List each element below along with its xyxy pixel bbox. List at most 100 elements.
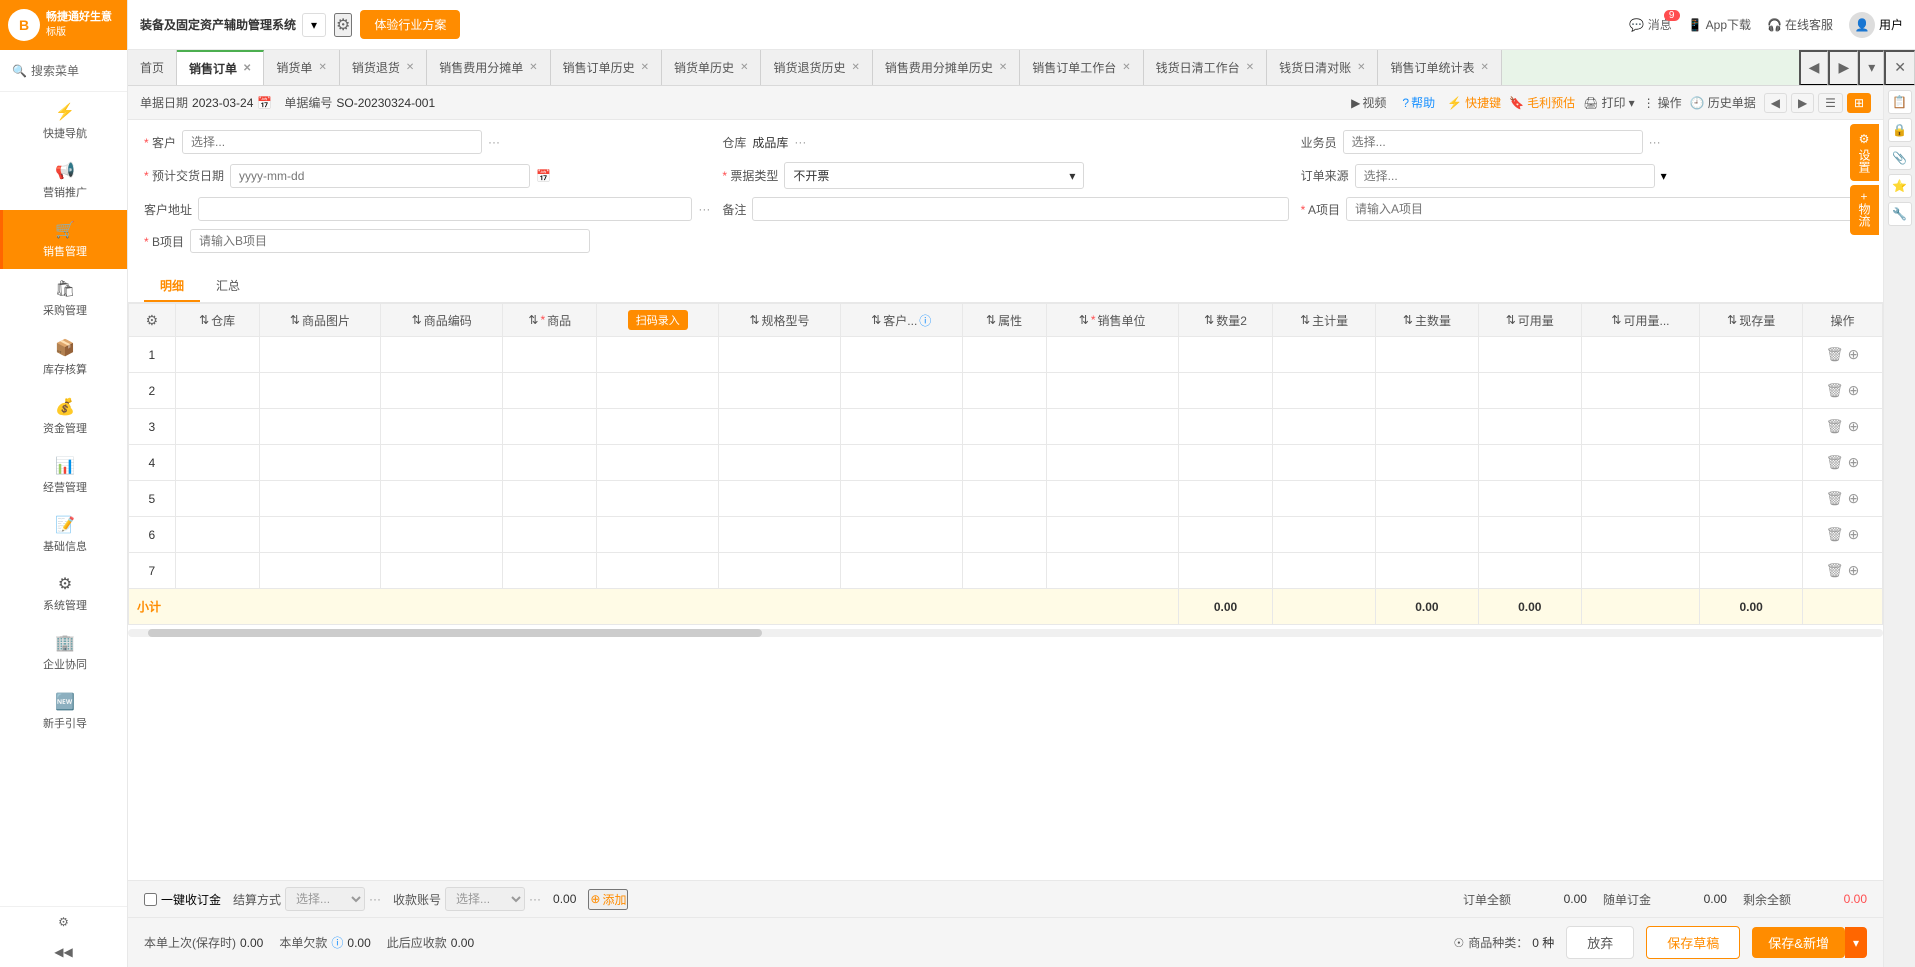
col-goods[interactable]: ⇅ * 商品 <box>503 304 597 337</box>
ops-button[interactable]: ⋮ 操作 <box>1643 94 1682 111</box>
tab-stats-close[interactable]: ✕ <box>1481 62 1489 73</box>
row-5-copy-button[interactable]: ⊕ <box>1848 490 1860 507</box>
account-expand[interactable]: ··· <box>529 892 541 906</box>
sidebar-item-quick-nav[interactable]: ⚡ 快捷导航 <box>0 92 127 151</box>
customer-expand[interactable]: ··· <box>488 135 500 149</box>
save-new-button[interactable]: 保存&新增 <box>1752 927 1845 958</box>
col-qty2[interactable]: ⇅ 数量2 <box>1178 304 1272 337</box>
col-available-sort[interactable]: ⇅ 可用量 <box>1506 312 1554 329</box>
row-1-qty2[interactable] <box>1178 337 1272 373</box>
row-1-attr[interactable] <box>962 337 1046 373</box>
row-1-img[interactable] <box>259 337 381 373</box>
tab-summary[interactable]: 汇总 <box>200 271 256 302</box>
next-record-button[interactable]: ▶ <box>1791 93 1814 113</box>
tab-order-history-close[interactable]: ✕ <box>641 62 649 73</box>
system-title-dropdown[interactable]: ▾ <box>302 13 326 37</box>
row-4-delete-button[interactable]: 🗑 <box>1826 454 1844 471</box>
tab-nav-dropdown[interactable]: ▾ <box>1858 50 1884 86</box>
remark-input[interactable] <box>752 197 1288 221</box>
row-3-copy-button[interactable]: ⊕ <box>1848 418 1860 435</box>
row-2-img[interactable] <box>259 373 381 409</box>
row-7-copy-button[interactable]: ⊕ <box>1848 562 1860 579</box>
tab-daily-clear[interactable]: 钱货日清工作台 ✕ <box>1144 50 1267 86</box>
account-select[interactable]: 选择... <box>445 887 525 911</box>
row-2-current[interactable] <box>1700 373 1803 409</box>
tab-order-history[interactable]: 销售订单历史 ✕ <box>551 50 662 86</box>
address-input[interactable] <box>198 197 692 221</box>
sidebar-item-operations[interactable]: 📊 经营管理 <box>0 446 127 505</box>
tab-sales-order[interactable]: 销售订单 ✕ <box>177 50 264 86</box>
print-button[interactable]: 🖨 打印 ▾ <box>1583 94 1634 111</box>
sidebar-item-sales[interactable]: 🛒 销售管理 <box>0 210 127 269</box>
row-1-available2[interactable] <box>1581 337 1700 373</box>
col-img[interactable]: ⇅ 商品图片 <box>259 304 381 337</box>
row-1-main-qty[interactable] <box>1376 337 1479 373</box>
row-1-scan[interactable] <box>597 337 719 373</box>
invoice-select[interactable]: 不开票 ▾ <box>784 162 1084 189</box>
add-account-button[interactable]: ⊕ 添加 <box>588 889 628 910</box>
history-button[interactable]: 🕘 历史单据 <box>1690 94 1756 111</box>
row-2-customer[interactable] <box>840 373 962 409</box>
address-expand[interactable]: ··· <box>698 202 710 216</box>
online-service-button[interactable]: 🎧 在线客服 <box>1767 16 1833 33</box>
col-main-unit-sort[interactable]: ⇅ 主计量 <box>1300 312 1348 329</box>
panel-star-button[interactable]: ⭐ <box>1888 174 1912 198</box>
sidebar-item-finance[interactable]: 💰 资金管理 <box>0 387 127 446</box>
panel-clipboard-button[interactable]: 📋 <box>1888 90 1912 114</box>
panel-attach-button[interactable]: 📎 <box>1888 146 1912 170</box>
row-1-main-unit[interactable] <box>1273 337 1376 373</box>
row-1-goods[interactable] <box>503 337 597 373</box>
col-code[interactable]: ⇅ 商品编码 <box>381 304 503 337</box>
col-code-sort[interactable]: ⇅ 商品编码 <box>412 312 472 329</box>
message-button[interactable]: 💬 消息 9 <box>1629 16 1671 33</box>
row-2-attr[interactable] <box>962 373 1046 409</box>
sidebar-item-basic-info[interactable]: 📝 基础信息 <box>0 505 127 564</box>
row-2-available[interactable] <box>1478 373 1581 409</box>
quickpay-checkbox[interactable]: 一键收订金 <box>144 891 221 908</box>
tab-nav-next[interactable]: ▶ <box>1828 50 1858 86</box>
tab-fee-split[interactable]: 销售费用分摊单 ✕ <box>427 50 550 86</box>
col-attr[interactable]: ⇅ 属性 <box>962 304 1046 337</box>
sidebar-item-inventory[interactable]: 📦 库存核算 <box>0 328 127 387</box>
staff-expand[interactable]: ··· <box>1649 135 1661 149</box>
sidebar-footer-settings[interactable]: ⚙ <box>0 907 127 937</box>
col-scan[interactable]: 扫码录入 <box>597 304 719 337</box>
settings-side-button[interactable]: ⚙ 设置 <box>1850 124 1879 181</box>
tab-daily-clear-close[interactable]: ✕ <box>1246 62 1254 73</box>
col-main-unit[interactable]: ⇅ 主计量 <box>1273 304 1376 337</box>
tab-slip-history-close[interactable]: ✕ <box>740 62 748 73</box>
help-button[interactable]: ? 帮助 <box>1398 92 1439 113</box>
list-view-button[interactable]: ☰ <box>1818 93 1843 113</box>
col-img-sort[interactable]: ⇅ 商品图片 <box>290 312 350 329</box>
logistics-side-button[interactable]: + 物流 <box>1850 185 1879 235</box>
shortcut-button[interactable]: ⚡ 快捷键 <box>1447 94 1501 111</box>
tab-fee-split-history[interactable]: 销售费用分摊单历史 ✕ <box>873 50 1020 86</box>
prev-record-button[interactable]: ◀ <box>1764 93 1787 113</box>
col-available2-sort[interactable]: ⇅ 可用量... <box>1611 312 1669 329</box>
col-available2[interactable]: ⇅ 可用量... <box>1581 304 1700 337</box>
tab-sales-slip[interactable]: 销货单 ✕ <box>264 50 339 86</box>
tab-nav-prev[interactable]: ◀ <box>1799 50 1829 86</box>
tab-return-close[interactable]: ✕ <box>406 62 414 73</box>
a-project-input[interactable] <box>1346 197 1867 221</box>
tab-sales-slip-close[interactable]: ✕ <box>318 62 326 73</box>
row-1-available[interactable] <box>1478 337 1581 373</box>
tab-nav-close-all[interactable]: ✕ <box>1884 50 1915 86</box>
row-6-delete-button[interactable]: 🗑 <box>1826 526 1844 543</box>
industry-plan-button[interactable]: 体验行业方案 <box>360 10 460 39</box>
sidebar-item-guide[interactable]: 🆕 新手引导 <box>0 682 127 741</box>
save-new-dropdown[interactable]: ▾ <box>1845 927 1867 958</box>
sidebar-item-purchase[interactable]: 🛍 采购管理 <box>0 269 127 328</box>
row-2-available2[interactable] <box>1581 373 1700 409</box>
col-main-qty[interactable]: ⇅ 主数量 <box>1376 304 1479 337</box>
col-customer-sort[interactable]: ⇅ 客户... ⓘ <box>871 312 931 329</box>
col-unit-sort[interactable]: ⇅ * 销售单位 <box>1079 312 1146 329</box>
row-1-current[interactable] <box>1700 337 1803 373</box>
topbar-gear-button[interactable]: ⚙ <box>334 13 352 37</box>
col-goods-sort[interactable]: ⇅ * 商品 <box>528 312 571 329</box>
customer-input[interactable] <box>182 130 482 154</box>
col-current-sort[interactable]: ⇅ 现存量 <box>1727 312 1775 329</box>
delivery-input[interactable] <box>230 164 530 188</box>
sidebar-item-enterprise[interactable]: 🏢 企业协同 <box>0 623 127 682</box>
row-1-delete-button[interactable]: 🗑 <box>1826 346 1844 363</box>
